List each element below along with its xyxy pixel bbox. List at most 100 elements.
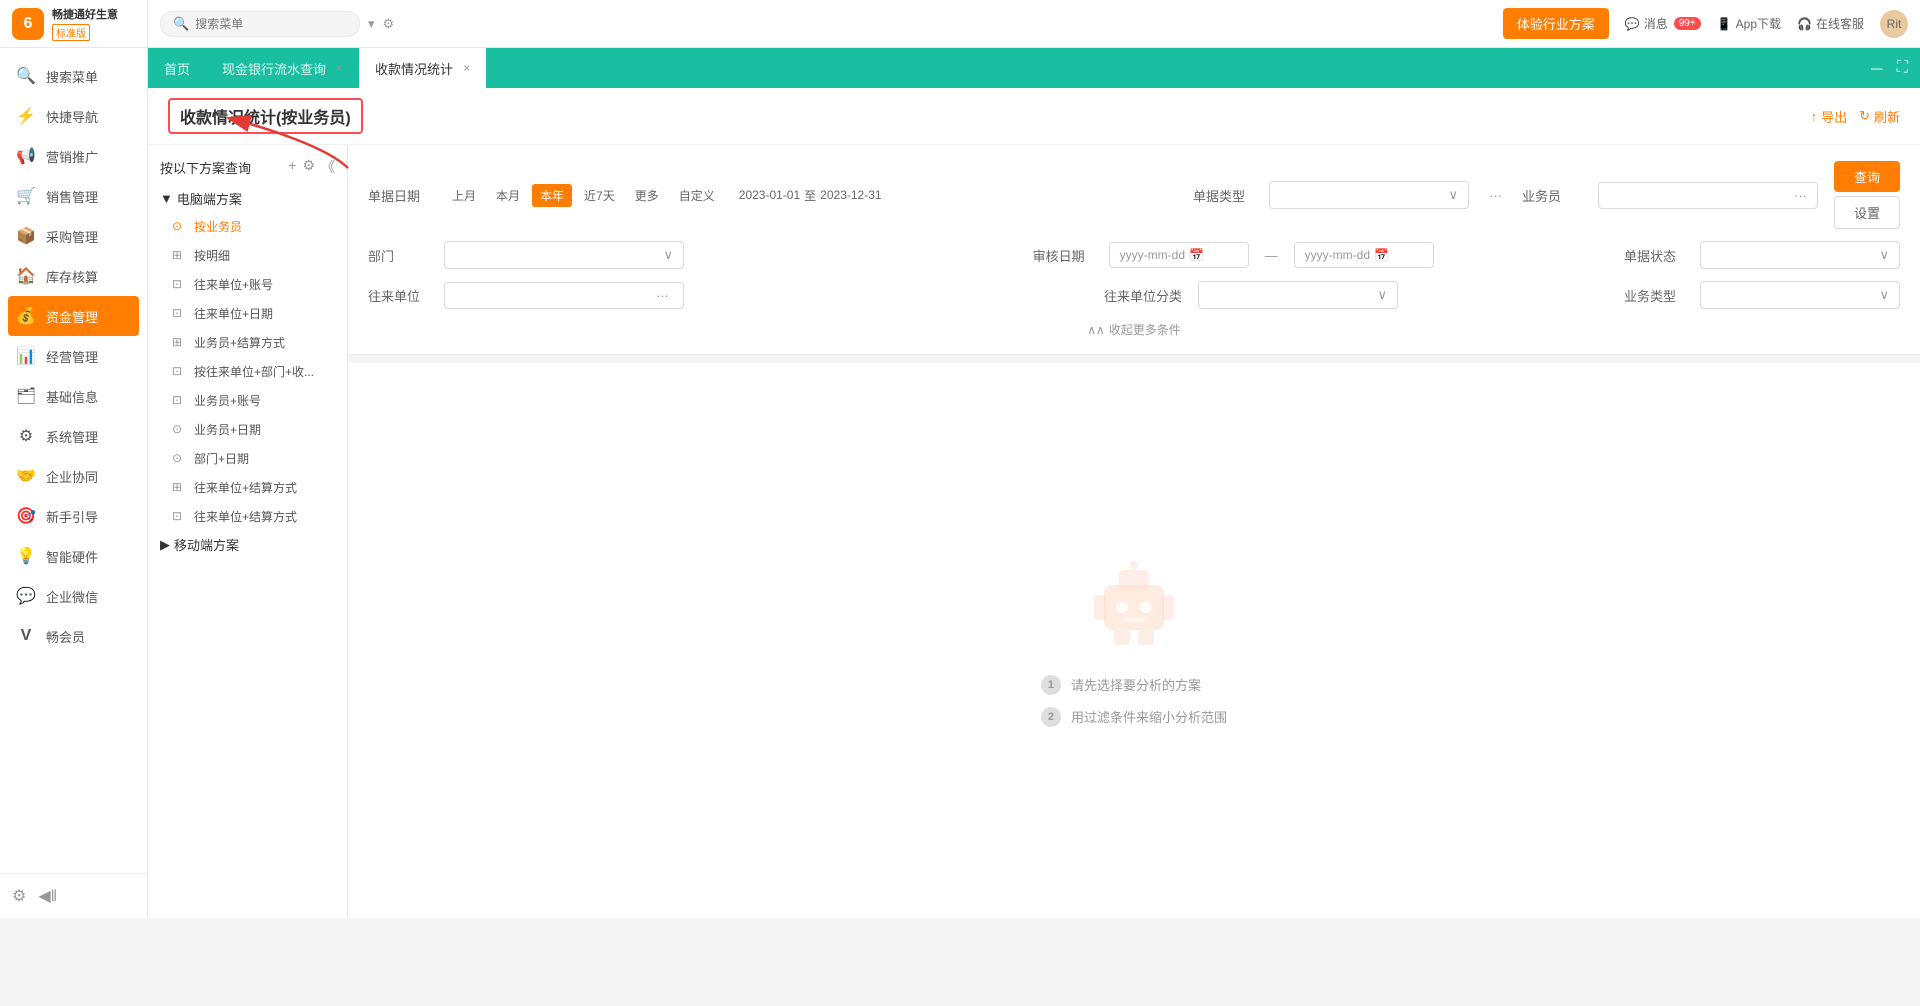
sidebar-item-member[interactable]: V 畅会员 xyxy=(0,616,147,656)
sidebar-item-corp[interactable]: 🤝 企业协同 xyxy=(0,456,147,496)
scheme-sp-date-label: 业务员+日期 xyxy=(194,421,261,438)
date-tab-7days[interactable]: 近7天 xyxy=(576,184,623,207)
scheme-item-sp-account[interactable]: ⊡ 业务员+账号 xyxy=(148,386,347,415)
tab-receipts[interactable]: 收款情况统计 × xyxy=(359,48,486,88)
date-tab-thismonth[interactable]: 本月 xyxy=(488,184,528,207)
date-tab-custom[interactable]: 自定义 xyxy=(671,184,723,207)
cashflow-tab-close[interactable]: × xyxy=(336,61,343,75)
review-date-end[interactable]: yyyy-mm-dd 📅 xyxy=(1294,242,1434,268)
page-title: 收款情况统计(按业务员) xyxy=(168,98,363,134)
export-button[interactable]: ↑ 导出 xyxy=(1811,107,1848,126)
settings-button[interactable]: 设置 xyxy=(1834,196,1900,229)
content-body: 按以下方案查询 + ⚙ 《 ▼ 电脑端方案 ⊙ 按业务员 ⊞ xyxy=(148,145,1920,918)
category-dropdown-icon: ∨ xyxy=(1377,287,1387,303)
bottom-collapse-icon[interactable]: ◀‖ xyxy=(38,886,57,906)
sidebar-item-inventory[interactable]: 🏠 库存核算 xyxy=(0,256,147,296)
sales-icon: 🛒 xyxy=(16,186,36,206)
desktop-section-header[interactable]: ▼ 电脑端方案 xyxy=(148,185,347,212)
scheme-add-icon[interactable]: + xyxy=(288,157,296,177)
app-badge: 标准版 xyxy=(52,24,90,41)
sidebar-item-search[interactable]: 🔍 搜索菜单 xyxy=(0,56,147,96)
scheme-party-settle2-icon: ⊡ xyxy=(172,509,188,525)
tab-home[interactable]: 首页 xyxy=(148,48,206,88)
dept-label: 部门 xyxy=(368,246,428,265)
sidebar-item-system[interactable]: ⚙ 系统管理 xyxy=(0,416,147,456)
top-header: 🔍 ▾ ⚙ 体验行业方案 💬 消息 99+ 📱 App下载 🎧 在线客服 Rit xyxy=(148,0,1920,48)
scheme-sp-settlement-label: 业务员+结算方式 xyxy=(194,334,285,351)
filter-row-dept: 部门 ∨ 审核日期 yyyy-mm-dd 📅 — yyyy-mm-dd 📅 xyxy=(368,241,1900,269)
scheme-item-complex[interactable]: ⊡ 按往来单位+部门+收... xyxy=(148,357,347,386)
scheme-sp-date-icon: ⊙ xyxy=(172,422,188,438)
tab-expand-icon[interactable]: ⛶ xyxy=(1897,59,1908,77)
sidebar-item-guide[interactable]: 🎯 新手引导 xyxy=(0,496,147,536)
mobile-section-expand-icon: ▶ xyxy=(160,537,170,553)
sidebar-item-basic[interactable]: 🗂 基础信息 xyxy=(0,376,147,416)
scheme-sp-account-label: 业务员+账号 xyxy=(194,392,261,409)
tab-minimize-icon[interactable]: － xyxy=(1869,56,1885,80)
scheme-item-party-date[interactable]: ⊡ 往来单位+日期 xyxy=(148,299,347,328)
home-tab-label: 首页 xyxy=(164,59,190,78)
biz-type-select[interactable]: ∨ xyxy=(1700,281,1900,309)
scheme-dept-date-icon: ⊙ xyxy=(172,451,188,467)
user-avatar[interactable]: Rit xyxy=(1880,10,1908,38)
step1-text: 请先选择要分析的方案 xyxy=(1071,675,1201,694)
trial-button[interactable]: 体验行业方案 xyxy=(1503,8,1609,39)
dropdown-arrow-icon[interactable]: ▾ xyxy=(368,16,375,32)
dept-select[interactable]: ∨ xyxy=(444,241,684,269)
date-tab-thisyear[interactable]: 本年 xyxy=(532,184,572,207)
scheme-item-salesperson[interactable]: ⊙ 按业务员 xyxy=(148,212,347,241)
user-name: Rit xyxy=(1887,17,1902,31)
online-service-btn[interactable]: 🎧 在线客服 xyxy=(1797,15,1864,32)
tab-cashflow[interactable]: 现金银行流水查询 × xyxy=(206,48,359,88)
sidebar-item-finance[interactable]: 💰 资金管理 xyxy=(8,296,139,336)
scheme-item-sp-date[interactable]: ⊙ 业务员+日期 xyxy=(148,415,347,444)
counterparty-category-select[interactable]: ∨ xyxy=(1198,281,1398,309)
guide-icon: 🎯 xyxy=(16,506,36,526)
settings-gear-icon[interactable]: ⚙ xyxy=(383,16,395,32)
search-bar[interactable]: 🔍 xyxy=(160,11,360,37)
sidebar-item-marketing[interactable]: 📢 营销推广 xyxy=(0,136,147,176)
bottom-settings-icon[interactable]: ⚙ xyxy=(12,886,26,906)
date-tab-lastmonth[interactable]: 上月 xyxy=(444,184,484,207)
sidebar-item-sales[interactable]: 🛒 销售管理 xyxy=(0,176,147,216)
filter-collapse-btn[interactable]: ∧∧ 收起更多条件 xyxy=(368,321,1900,338)
scheme-collapse-icon[interactable]: 《 xyxy=(321,157,335,177)
scheme-complex-icon: ⊡ xyxy=(172,364,188,380)
sidebar-item-wechat[interactable]: 💬 企业微信 xyxy=(0,576,147,616)
refresh-button[interactable]: ↻ 刷新 xyxy=(1859,107,1900,126)
date-tab-more[interactable]: 更多 xyxy=(627,184,667,207)
sidebar-item-quicknav[interactable]: ⚡ 快捷导航 xyxy=(0,96,147,136)
filter-row-counterparty: 往来单位 ··· 往来单位分类 ∨ 业务类型 ∨ xyxy=(368,281,1900,309)
review-date-start[interactable]: yyyy-mm-dd 📅 xyxy=(1109,242,1249,268)
scheme-item-party-settle1[interactable]: ⊞ 往来单位+结算方式 xyxy=(148,473,347,502)
export-icon: ↑ xyxy=(1811,109,1818,124)
sidebar-item-finance-label: 资金管理 xyxy=(46,307,98,326)
search-input[interactable] xyxy=(195,17,335,31)
scheme-settings-icon[interactable]: ⚙ xyxy=(302,157,315,177)
messages-badge: 99+ xyxy=(1674,17,1701,30)
sidebar-item-mgmt[interactable]: 📊 经营管理 xyxy=(0,336,147,376)
scheme-item-party-settle2[interactable]: ⊡ 往来单位+结算方式 xyxy=(148,502,347,531)
scheme-item-dept-date[interactable]: ⊙ 部门+日期 xyxy=(148,444,347,473)
salesperson-select[interactable]: ··· xyxy=(1598,182,1818,209)
receipts-tab-close[interactable]: × xyxy=(463,61,470,75)
empty-robot-icon xyxy=(1084,555,1184,655)
counterparty-select[interactable]: ··· xyxy=(444,282,684,309)
scheme-item-party-account[interactable]: ⊡ 往来单位+账号 xyxy=(148,270,347,299)
scheme-item-detail[interactable]: ⊞ 按明细 xyxy=(148,241,347,270)
query-button[interactable]: 查询 xyxy=(1834,161,1900,192)
mobile-section-header[interactable]: ▶ 移动端方案 xyxy=(148,531,347,558)
app-download-btn[interactable]: 📱 App下载 xyxy=(1717,15,1781,32)
mgmt-icon: 📊 xyxy=(16,346,36,366)
counterparty-more-icon[interactable]: ··· xyxy=(656,288,669,303)
service-icon: 🎧 xyxy=(1797,17,1812,31)
doctype-select[interactable]: ∨ xyxy=(1269,181,1469,209)
sidebar-item-hardware[interactable]: 💡 智能硬件 xyxy=(0,536,147,576)
filter-area: 单据日期 上月 本月 本年 近7天 更多 自定义 2023-01-01 至 20… xyxy=(348,145,1920,355)
doctype-more-icon[interactable]: ··· xyxy=(1489,188,1502,203)
doc-status-select[interactable]: ∨ xyxy=(1700,241,1900,269)
sidebar-item-purchase[interactable]: 📦 采购管理 xyxy=(0,216,147,256)
empty-step-2: 2 用过滤条件来缩小分析范围 xyxy=(1041,707,1227,727)
scheme-item-salesperson-settlement[interactable]: ⊞ 业务员+结算方式 xyxy=(148,328,347,357)
messages-btn[interactable]: 💬 消息 99+ xyxy=(1625,15,1701,32)
